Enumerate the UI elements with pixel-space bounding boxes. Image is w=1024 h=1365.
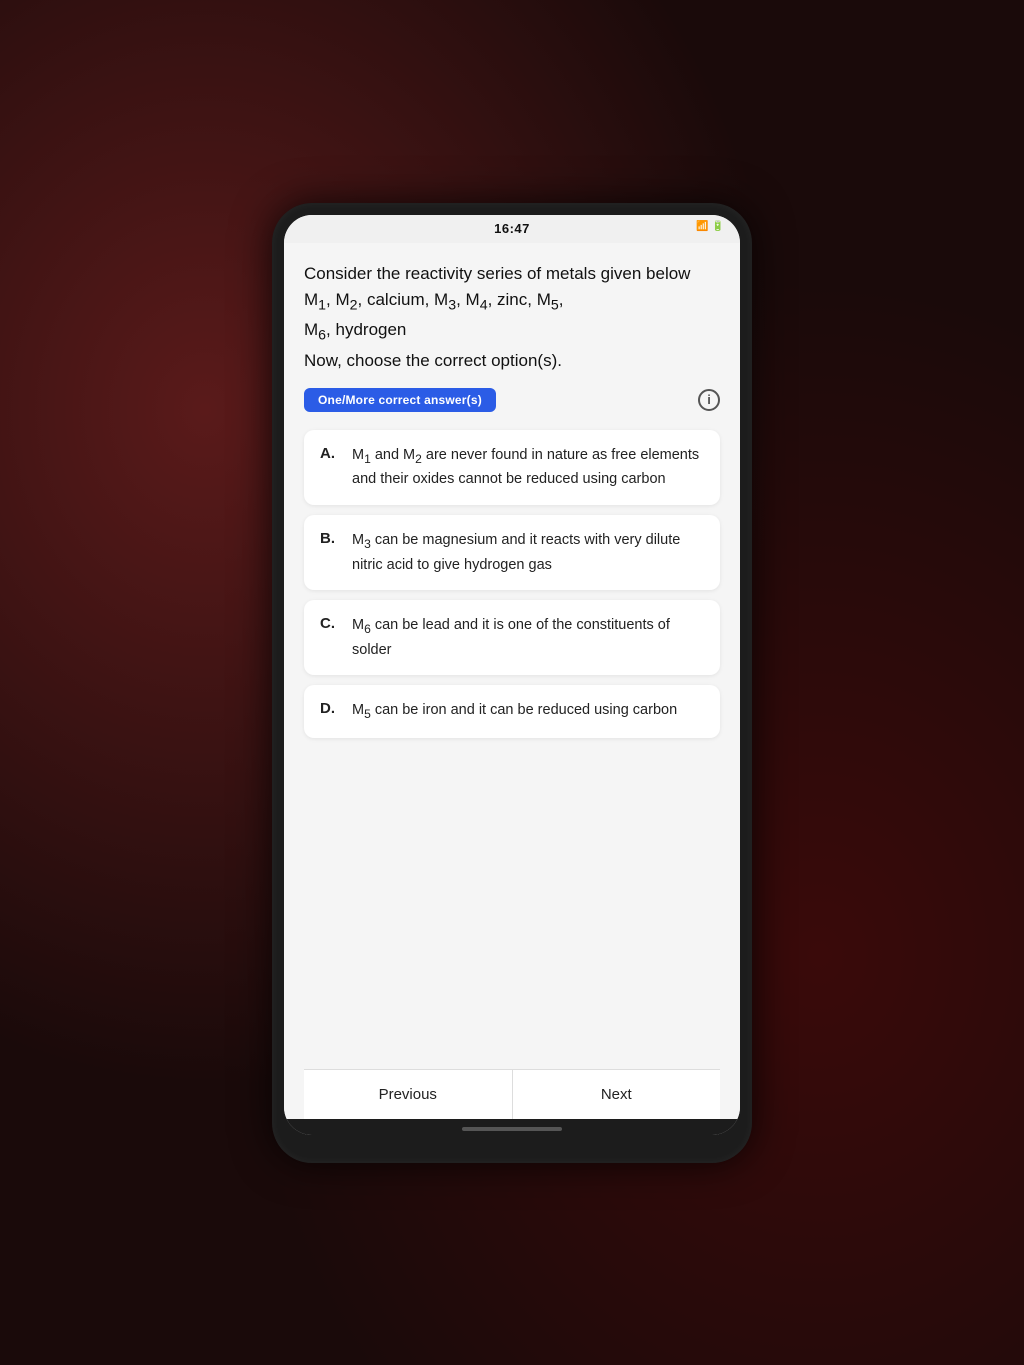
signal-icon: 📶 — [696, 221, 708, 232]
status-time: 16:47 — [494, 221, 530, 236]
nav-buttons: Previous Next — [304, 1069, 720, 1119]
option-c[interactable]: C. M6 can be lead and it is one of the c… — [304, 600, 720, 675]
home-indicator — [284, 1119, 740, 1135]
option-b-text: M3 can be magnesium and it reacts with v… — [352, 529, 704, 576]
phone-screen: 16:47 📶 🔋 Consider the reactivity series… — [284, 215, 740, 1135]
option-b-label: B. — [320, 529, 340, 547]
option-a[interactable]: A. M1 and M2 are never found in nature a… — [304, 430, 720, 505]
option-a-text: M1 and M2 are never found in nature as f… — [352, 444, 704, 491]
content-area: Consider the reactivity series of metals… — [284, 243, 740, 1119]
option-d-text: M5 can be iron and it can be reduced usi… — [352, 699, 677, 724]
next-button[interactable]: Next — [513, 1070, 721, 1119]
battery-icon: 🔋 — [712, 221, 724, 232]
option-b[interactable]: B. M3 can be magnesium and it reacts wit… — [304, 515, 720, 590]
status-bar: 16:47 📶 🔋 — [284, 215, 740, 243]
options-list: A. M1 and M2 are never found in nature a… — [304, 430, 720, 1057]
answer-type-badge[interactable]: One/More correct answer(s) — [304, 388, 496, 412]
home-bar — [462, 1127, 562, 1131]
option-c-label: C. — [320, 614, 340, 632]
previous-button[interactable]: Previous — [304, 1070, 513, 1119]
option-d[interactable]: D. M5 can be iron and it can be reduced … — [304, 685, 720, 738]
phone-frame: 16:47 📶 🔋 Consider the reactivity series… — [272, 203, 752, 1163]
question-text: Consider the reactivity series of metals… — [304, 261, 720, 374]
option-c-text: M6 can be lead and it is one of the cons… — [352, 614, 704, 661]
answer-type-row: One/More correct answer(s) i — [304, 388, 720, 412]
info-icon[interactable]: i — [698, 389, 720, 411]
option-a-label: A. — [320, 444, 340, 462]
status-icons: 📶 🔋 — [696, 221, 724, 232]
option-d-label: D. — [320, 699, 340, 717]
